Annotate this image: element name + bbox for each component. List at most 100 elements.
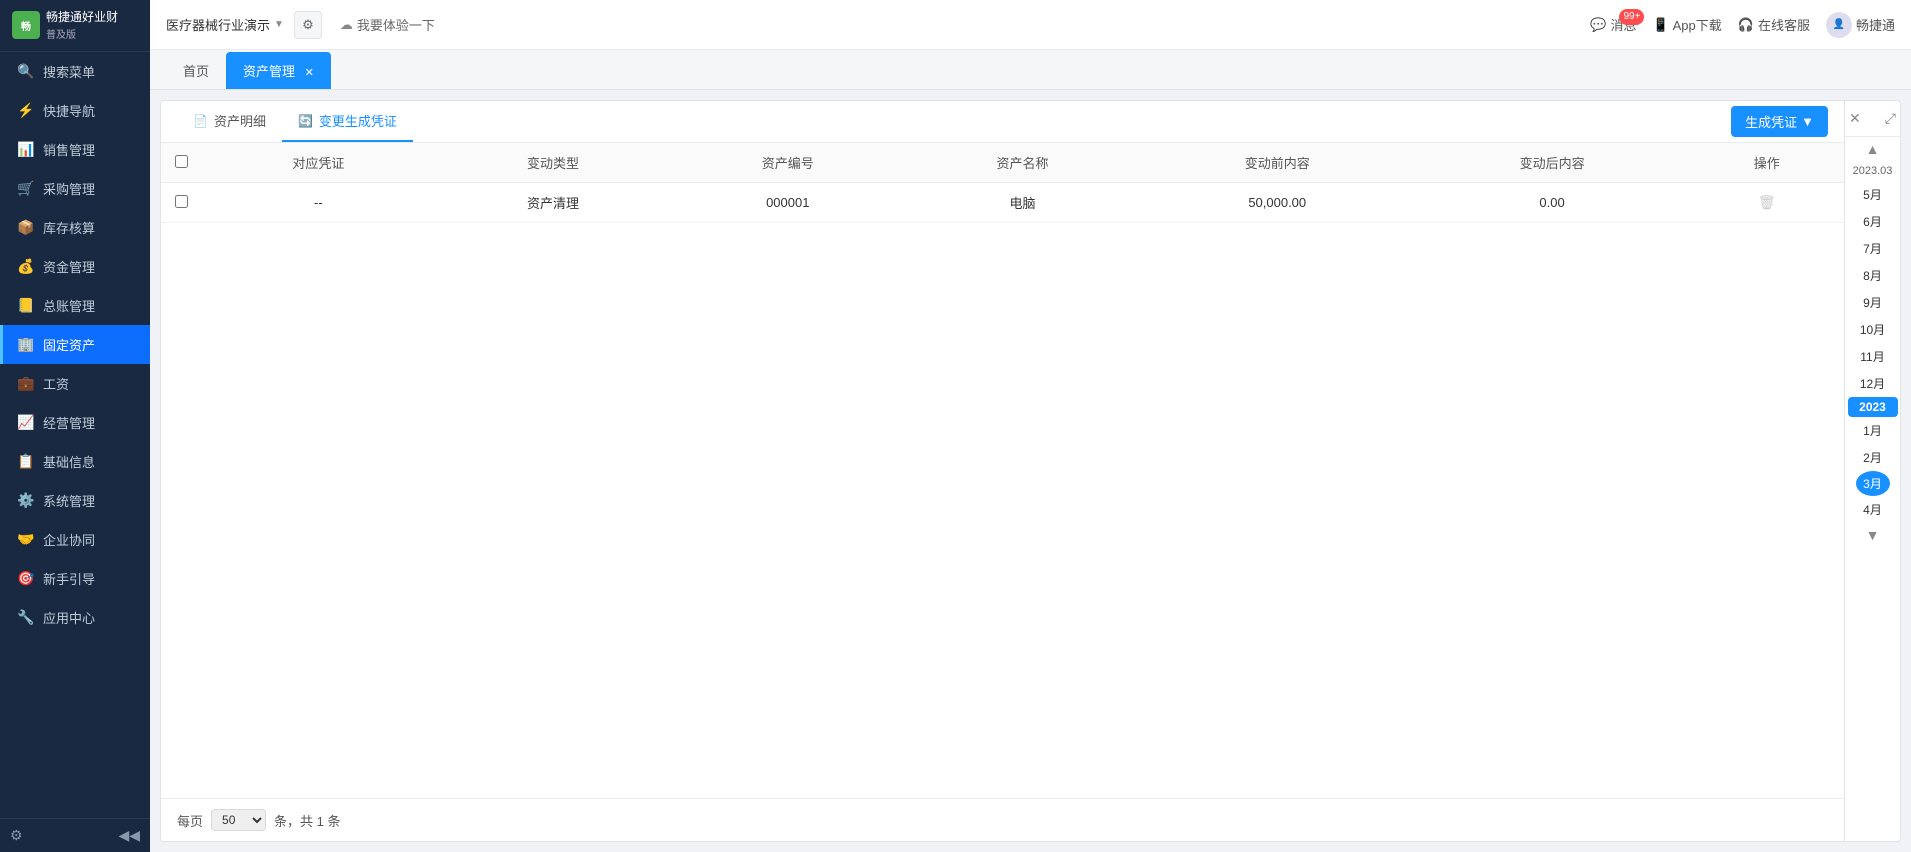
calendar-year-label: 2023.03 (1853, 161, 1893, 181)
sidebar-item-system[interactable]: ⚙️ 系统管理 (0, 481, 150, 520)
row-voucher: -- (201, 183, 436, 223)
fixed-assets-icon: 🏢 (17, 336, 35, 353)
table-row: -- 资产清理 000001 电脑 50,000.00 0.00 🗑 (161, 183, 1844, 223)
sidebar-item-fixed-assets[interactable]: 🏢 固定资产 (0, 325, 150, 364)
sidebar-footer: ⚙ ◀◀ (0, 818, 150, 852)
sidebar-item-purchase[interactable]: 🛒 采购管理 (0, 169, 150, 208)
online-service-button[interactable]: 🎧 在线客服 (1738, 15, 1810, 34)
sidebar-item-guide[interactable]: 🎯 新手引导 (0, 559, 150, 598)
calendar-down-icon[interactable]: ▼ (1862, 523, 1884, 547)
table-header-row: 对应凭证 变动类型 资产编号 资产名称 变动前内容 变动后内容 操作 (161, 143, 1844, 183)
inventory-icon: 📦 (17, 219, 35, 236)
row-change-type: 资产清理 (436, 183, 671, 223)
header-asset-code: 资产编号 (670, 143, 905, 183)
quick-nav-icon: ⚡ (17, 102, 35, 119)
asset-table: 对应凭证 变动类型 资产编号 资产名称 变动前内容 变动后内容 操作 (161, 143, 1844, 223)
sidebar-item-enterprise[interactable]: 🤝 企业协同 (0, 520, 150, 559)
calendar-month-5[interactable]: 5月 (1848, 181, 1898, 208)
sidebar-item-search[interactable]: 🔍 搜索菜单 (0, 52, 150, 91)
logo-icon: 畅 (12, 11, 40, 39)
calendar-month-10[interactable]: 10月 (1848, 316, 1898, 343)
calendar-current-year[interactable]: 2023 (1848, 397, 1898, 417)
expand-panel-icon[interactable]: ⤢ (1885, 110, 1896, 127)
sidebar-item-app-center[interactable]: 🔧 应用中心 (0, 598, 150, 637)
message-badge: 99+ (1619, 9, 1644, 25)
calendar-month-7[interactable]: 7月 (1848, 235, 1898, 262)
search-icon: 🔍 (17, 63, 35, 80)
sidebar-item-sales[interactable]: 📊 销售管理 (0, 130, 150, 169)
row-after-change: 0.00 (1415, 183, 1690, 223)
sub-tab-asset-detail[interactable]: 📄 资产明细 (177, 101, 282, 142)
tab-close-icon[interactable]: ✕ (305, 67, 314, 79)
calendar-month-11[interactable]: 11月 (1848, 343, 1898, 370)
sidebar-item-payroll[interactable]: 💼 工资 (0, 364, 150, 403)
calendar-month-4[interactable]: 4月 (1848, 496, 1898, 523)
avatar: 👤 (1826, 12, 1852, 38)
close-panel-icon[interactable]: ✕ (1849, 110, 1861, 127)
row-checkbox[interactable] (175, 195, 188, 208)
basic-info-icon: 📋 (17, 453, 35, 470)
delete-row-icon[interactable]: 🗑 (1758, 194, 1776, 210)
top-header: 医疗器械行业演示 ▼ ⚙ ☁ 我要体验一下 💬 消息 99+ 📱 App下载 🎧… (150, 0, 1911, 50)
calendar-month-6[interactable]: 6月 (1848, 208, 1898, 235)
row-action-cell: 🗑 (1690, 183, 1845, 223)
download-icon: 📱 (1652, 17, 1668, 33)
dropdown-arrow-icon: ▼ (1801, 114, 1814, 129)
sidebar-item-general-ledger[interactable]: 📒 总账管理 (0, 286, 150, 325)
sidebar-item-quick-nav[interactable]: ⚡ 快捷导航 (0, 91, 150, 130)
user-menu[interactable]: 👤 畅捷通 (1826, 12, 1895, 38)
calendar-month-8[interactable]: 8月 (1848, 262, 1898, 289)
tab-asset-management[interactable]: 资产管理 ✕ (226, 52, 331, 89)
header-asset-name: 资产名称 (905, 143, 1140, 183)
calendar-month-9[interactable]: 9月 (1848, 289, 1898, 316)
tab-home[interactable]: 首页 (166, 52, 226, 89)
sidebar-item-funds[interactable]: 💰 资金管理 (0, 247, 150, 286)
ledger-icon: 📒 (17, 297, 35, 314)
experience-button[interactable]: ☁ 我要体验一下 (332, 15, 443, 34)
sidebar-logo: 畅 畅捷通好业财 普及版 (0, 0, 150, 52)
table-container: 对应凭证 变动类型 资产编号 资产名称 变动前内容 变动后内容 操作 (161, 143, 1844, 798)
calendar-month-12[interactable]: 12月 (1848, 370, 1898, 397)
calendar-month-3-active[interactable]: 3月 (1856, 471, 1890, 496)
sidebar-item-basic-info[interactable]: 📋 基础信息 (0, 442, 150, 481)
logo-text: 畅捷通好业财 普及版 (46, 10, 118, 41)
calendar-month-1[interactable]: 1月 (1848, 417, 1898, 444)
purchase-icon: 🛒 (17, 180, 35, 197)
sidebar-item-inventory[interactable]: 📦 库存核算 (0, 208, 150, 247)
app-download-button[interactable]: 📱 App下载 (1652, 15, 1721, 34)
sales-icon: 📊 (17, 141, 35, 158)
header-change-type: 变动类型 (436, 143, 671, 183)
header-after-change: 变动后内容 (1415, 143, 1690, 183)
settings-button[interactable]: ⚙ (294, 11, 322, 39)
sidebar-item-operations[interactable]: 📈 经营管理 (0, 403, 150, 442)
chevron-down-icon: ▼ (274, 19, 284, 30)
change-voucher-icon: 🔄 (298, 114, 313, 128)
per-page-select[interactable]: 20 50 100 (211, 809, 266, 831)
content-wrapper: 📄 资产明细 🔄 变更生成凭证 生成凭证 ▼ (160, 100, 1901, 842)
tab-bar: 首页 资产管理 ✕ (150, 50, 1911, 90)
row-asset-name: 电脑 (905, 183, 1140, 223)
header-checkbox-cell (161, 143, 201, 183)
calendar-month-2[interactable]: 2月 (1848, 444, 1898, 471)
cloud-icon: ☁ (340, 17, 353, 33)
sidebar-nav: 🔍 搜索菜单 ⚡ 快捷导航 📊 销售管理 🛒 采购管理 📦 库存核算 💰 资金管… (0, 52, 150, 818)
funds-icon: 💰 (17, 258, 35, 275)
row-before-change: 50,000.00 (1140, 183, 1415, 223)
calendar-up-icon[interactable]: ▲ (1862, 137, 1884, 161)
collapse-sidebar-icon[interactable]: ◀◀ (118, 827, 140, 844)
select-all-checkbox[interactable] (175, 155, 188, 168)
system-icon: ⚙️ (17, 492, 35, 509)
message-button[interactable]: 💬 消息 99+ (1590, 15, 1636, 34)
sub-tab-change-voucher[interactable]: 🔄 变更生成凭证 (282, 101, 413, 142)
message-icon: 💬 (1590, 17, 1606, 33)
right-panel-header: ✕ ⤢ (1845, 101, 1900, 137)
table-footer: 每页 20 50 100 条，共 1 条 (161, 798, 1844, 841)
header-voucher: 对应凭证 (201, 143, 436, 183)
right-calendar-panel: ✕ ⤢ ▲ 2023.03 5月 6月 7月 8月 9月 10月 11月 12月… (1845, 100, 1901, 842)
guide-icon: 🎯 (17, 570, 35, 587)
sub-tab-bar: 📄 资产明细 🔄 变更生成凭证 生成凭证 ▼ (161, 101, 1844, 143)
company-selector[interactable]: 医疗器械行业演示 ▼ (166, 15, 284, 34)
settings-icon[interactable]: ⚙ (10, 827, 23, 844)
row-checkbox-cell (161, 183, 201, 223)
generate-voucher-button[interactable]: 生成凭证 ▼ (1731, 106, 1828, 137)
